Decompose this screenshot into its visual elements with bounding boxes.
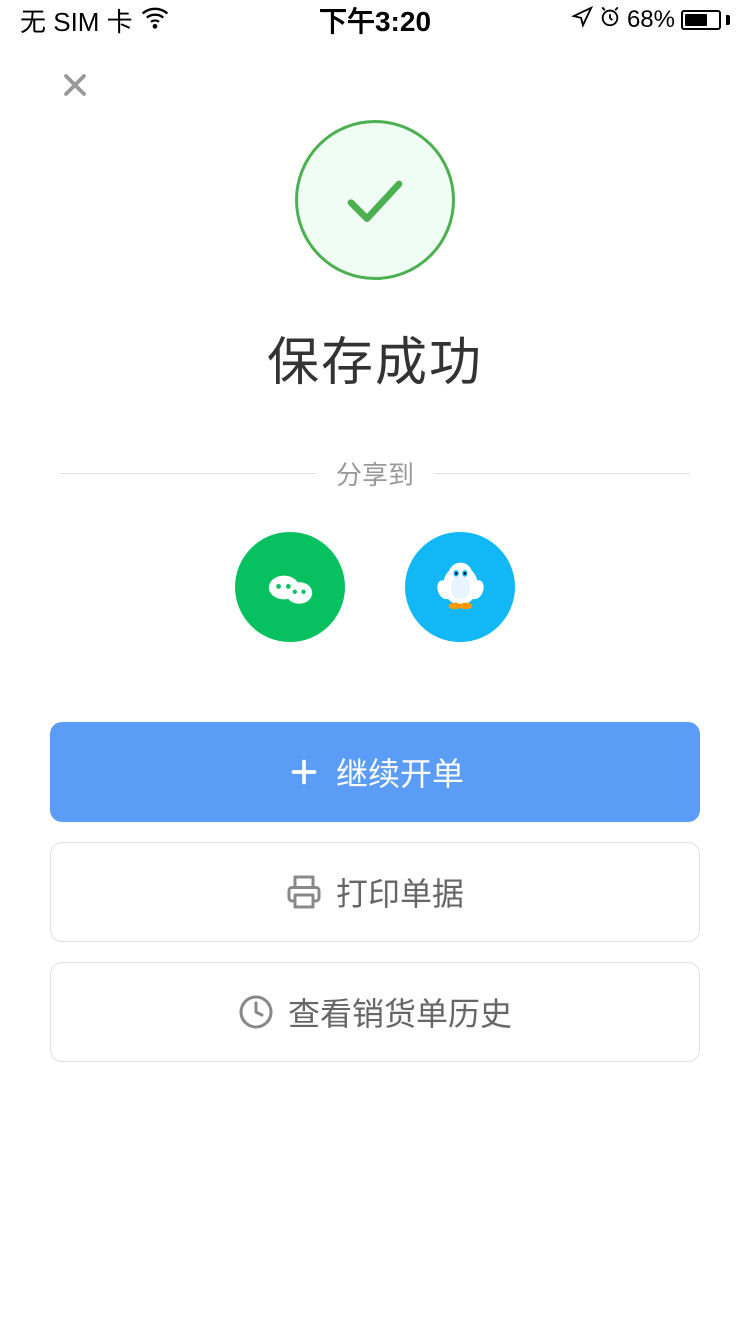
share-icons [235, 532, 515, 642]
clock-icon [238, 994, 274, 1030]
action-buttons: 继续开单 打印单据 查看销货单历史 [0, 722, 750, 1062]
divider-line-right [434, 473, 690, 474]
qq-icon [428, 555, 493, 620]
history-button-label: 查看销货单历史 [288, 989, 512, 1035]
status-bar-right: 68% [571, 6, 730, 35]
status-bar: 无 SIM 卡 下午3:20 68% [0, 0, 750, 40]
status-bar-left: 无 SIM 卡 [20, 2, 169, 39]
continue-button[interactable]: 继续开单 [50, 722, 700, 822]
share-wechat-button[interactable] [235, 532, 345, 642]
history-button[interactable]: 查看销货单历史 [50, 962, 700, 1062]
location-icon [571, 6, 593, 35]
checkmark-icon [335, 160, 415, 240]
success-icon-circle [295, 120, 455, 280]
continue-button-label: 继续开单 [336, 749, 464, 795]
share-label: 分享到 [336, 455, 414, 492]
plus-icon [286, 754, 322, 790]
share-qq-button[interactable] [405, 532, 515, 642]
battery-percent: 68% [627, 6, 675, 34]
carrier-text: 无 SIM 卡 [20, 2, 133, 39]
battery-icon [681, 10, 730, 30]
status-bar-time: 下午3:20 [319, 0, 431, 40]
wifi-icon [141, 3, 169, 38]
close-button[interactable] [50, 60, 100, 110]
print-button-label: 打印单据 [336, 869, 464, 915]
main-content: 保存成功 分享到 [0, 40, 750, 1062]
success-title: 保存成功 [267, 320, 483, 395]
wechat-icon [258, 555, 323, 620]
alarm-icon [599, 6, 621, 35]
print-button[interactable]: 打印单据 [50, 842, 700, 942]
share-divider: 分享到 [0, 455, 750, 492]
divider-line-left [60, 473, 316, 474]
printer-icon [286, 874, 322, 910]
